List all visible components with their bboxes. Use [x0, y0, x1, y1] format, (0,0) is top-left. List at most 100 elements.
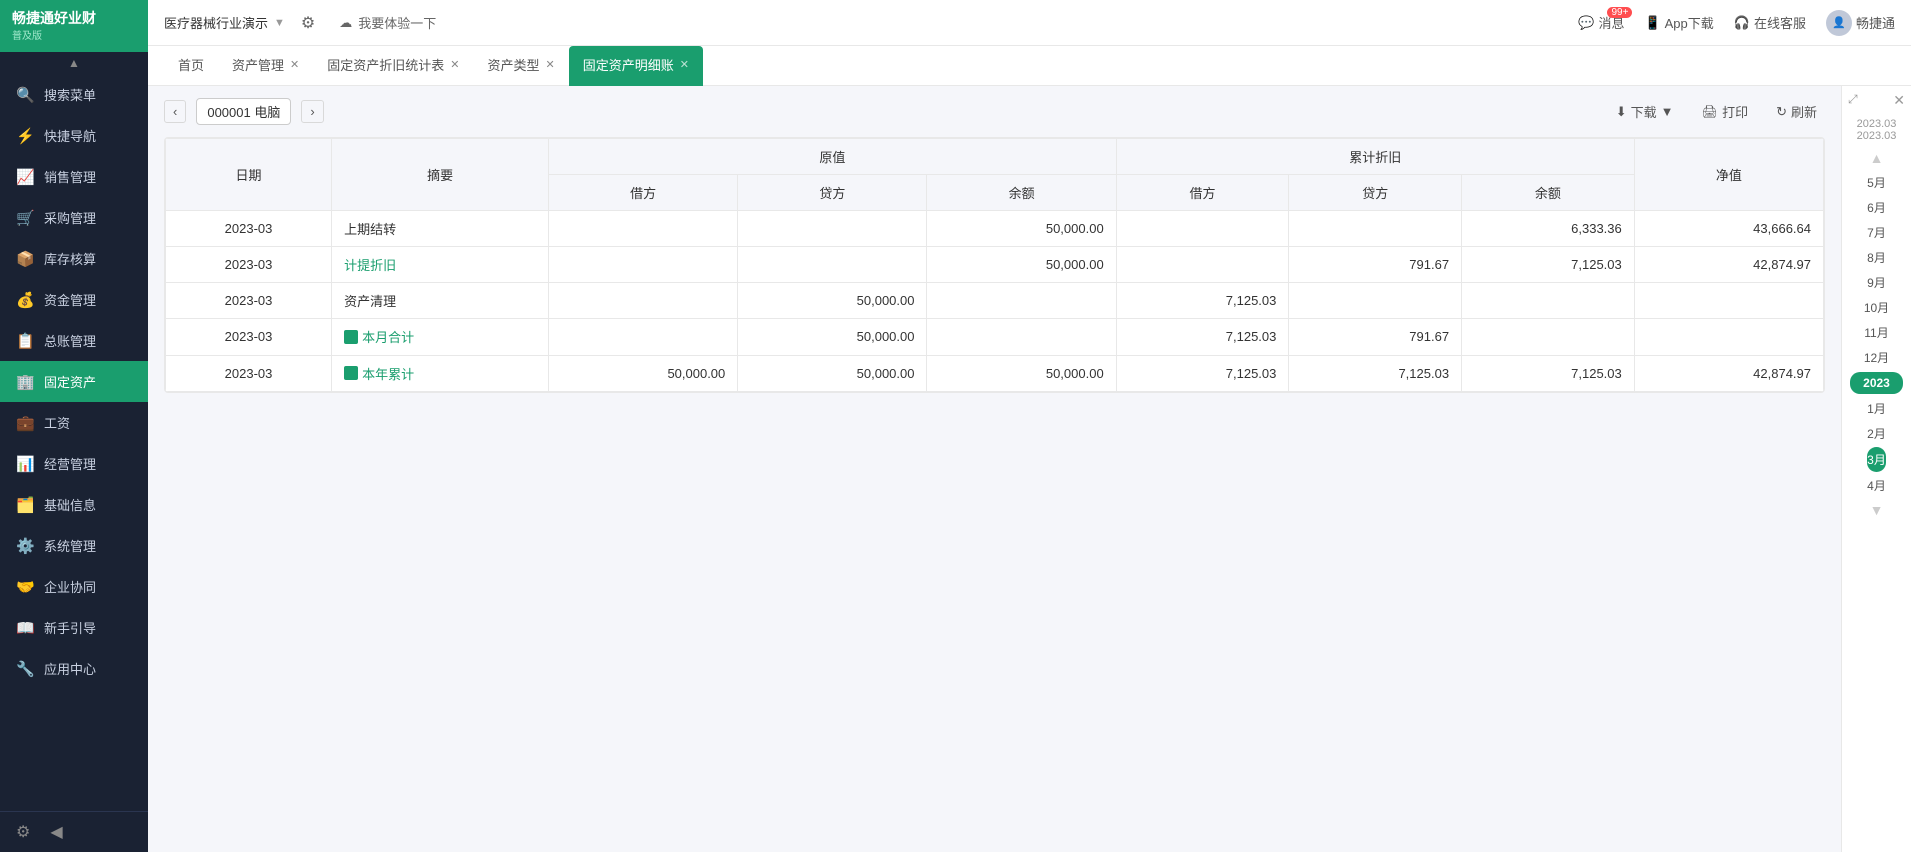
cell-dep-debit — [1116, 211, 1289, 247]
sidebar-item-payroll[interactable]: 💼 工资 — [0, 402, 148, 443]
timeline-month[interactable]: 5月 — [1864, 170, 1889, 195]
timeline-month[interactable]: 12月 — [1864, 345, 1889, 370]
prev-asset-btn[interactable]: ‹ — [164, 100, 186, 123]
timeline-up-arrow[interactable]: ▲ — [1870, 146, 1884, 170]
cell-dep-balance: 7,125.03 — [1462, 247, 1635, 283]
cell-orig-credit: 50,000.00 — [738, 319, 927, 356]
next-asset-btn[interactable]: › — [301, 100, 323, 123]
tab-depreciation-table[interactable]: 固定资产折旧统计表 ✕ — [313, 46, 473, 86]
timeline-close-btn[interactable]: ✕ — [1893, 92, 1905, 109]
download-btn[interactable]: ⬇ 下载 ▼ — [1608, 98, 1682, 125]
tab-asset-type[interactable]: 资产类型 ✕ — [473, 46, 568, 86]
download-btn[interactable]: 📱 App下载 — [1644, 13, 1713, 32]
cell-orig-debit — [549, 319, 738, 356]
timeline-month[interactable]: 7月 — [1864, 220, 1889, 245]
cell-date: 2023-03 — [166, 319, 332, 356]
refresh-icon: ↻ — [1776, 104, 1787, 120]
timeline-month[interactable]: 2月 — [1859, 421, 1894, 446]
cell-dep-balance: 6,333.36 — [1462, 211, 1635, 247]
experience-btn[interactable]: ☁ 我要体验一下 — [339, 13, 436, 32]
timeline-month[interactable]: 11月 — [1864, 320, 1889, 345]
refresh-btn[interactable]: ↻ 刷新 — [1768, 98, 1825, 125]
timeline-month[interactable]: 8月 — [1864, 245, 1889, 270]
cell-dep-credit: 791.67 — [1289, 319, 1462, 356]
cell-net-value: 42,874.97 — [1634, 247, 1823, 283]
sidebar-item-operation[interactable]: 📊经营管理 — [0, 443, 148, 484]
sidebar-item-sales[interactable]: 📈销售管理 — [0, 156, 148, 197]
sidebar-item-assets[interactable]: 🏢固定资产 — [0, 361, 148, 402]
summary-link[interactable]: 计提折旧 — [344, 258, 396, 273]
topbar-right: 💬 消息 99 📱 App下载 🎧 在线客服 👤 畅捷通 — [1578, 10, 1895, 36]
tab-home[interactable]: 首页 — [164, 46, 218, 86]
tab-close-asset-type[interactable]: ✕ — [546, 58, 555, 71]
th-dep-debit: 借方 — [1116, 175, 1289, 211]
sidebar-label-guide: 新手引导 — [44, 618, 96, 637]
service-btn[interactable]: 🎧 在线客服 — [1734, 13, 1806, 32]
sidebar-item-ledger[interactable]: 📋总账管理 — [0, 320, 148, 361]
tab-close-asset-mgmt[interactable]: ✕ — [290, 58, 299, 71]
sidebar-icon-payroll: 💼 — [16, 414, 34, 432]
collapse-icon[interactable]: ◀ — [50, 822, 62, 842]
sidebar-label-payroll: 工资 — [44, 413, 70, 432]
sidebar-item-inventory[interactable]: 📦库存核算 — [0, 238, 148, 279]
sidebar-footer: ⚙ ◀ — [0, 811, 148, 852]
cell-orig-credit: 50,000.00 — [738, 283, 927, 319]
cell-dep-debit — [1116, 247, 1289, 283]
timeline-month[interactable]: 6月 — [1864, 195, 1889, 220]
sidebar-item-base[interactable]: 🗂️基础信息 — [0, 484, 148, 525]
tab-label-asset-type: 资产类型 — [487, 55, 539, 74]
settings-gear-icon[interactable]: ⚙ — [301, 13, 315, 33]
sidebar-item-finance[interactable]: 💰资金管理 — [0, 279, 148, 320]
timeline-month[interactable]: 1月 — [1859, 396, 1894, 421]
tab-asset-mgmt[interactable]: 资产管理 ✕ — [218, 46, 313, 86]
sidebar-item-collab[interactable]: 🤝企业协同 — [0, 566, 148, 607]
cell-orig-debit: 50,000.00 — [549, 355, 738, 392]
timeline-month[interactable]: 10月 — [1864, 295, 1889, 320]
sidebar-icon-system: ⚙️ — [16, 537, 34, 555]
timeline-month[interactable]: 9月 — [1864, 270, 1889, 295]
download-label: App下载 — [1665, 13, 1714, 32]
company-selector[interactable]: 医疗器械行业演示 ▼ — [164, 13, 285, 32]
sidebar-icon-assets: 🏢 — [16, 373, 34, 391]
timeline-month[interactable]: 4月 — [1859, 473, 1894, 498]
sidebar-icon-ledger: 📋 — [16, 332, 34, 350]
toolbar-row: ‹ 000001 电脑 › ⬇ 下载 ▼ 🖨 打印 ↻ 刷新 — [164, 98, 1825, 125]
tab-asset-detail[interactable]: 固定资产明细账✕ — [569, 46, 703, 86]
tab-label-depreciation-table: 固定资产折旧统计表 — [327, 55, 444, 74]
cell-dep-credit — [1289, 211, 1462, 247]
download-icon: ⬇ — [1616, 104, 1627, 120]
cell-net-value: 43,666.64 — [1634, 211, 1823, 247]
cell-date: 2023-03 — [166, 247, 332, 283]
settings-icon[interactable]: ⚙ — [16, 822, 30, 842]
sidebar-item-apps[interactable]: 🔧应用中心 — [0, 648, 148, 689]
tab-close-asset-detail[interactable]: ✕ — [680, 58, 689, 71]
app-title: 畅捷通好业财 — [12, 10, 96, 27]
sidebar-icon-collab: 🤝 — [16, 578, 34, 596]
sidebar-item-nav[interactable]: ⚡快捷导航 — [0, 115, 148, 156]
timeline-down-arrow[interactable]: ▼ — [1870, 498, 1884, 522]
refresh-label: 刷新 — [1791, 102, 1817, 121]
user-btn[interactable]: 👤 畅捷通 — [1826, 10, 1895, 36]
sidebar-item-system[interactable]: ⚙️系统管理 — [0, 525, 148, 566]
notification-btn[interactable]: 💬 消息 99 — [1578, 13, 1624, 32]
sidebar-label-operation: 经营管理 — [44, 454, 96, 473]
sidebar-item-search[interactable]: 🔍搜索菜单 — [0, 74, 148, 115]
timeline-expand-btn[interactable]: ⤢ — [1848, 92, 1858, 107]
sidebar-label-nav: 快捷导航 — [44, 126, 96, 145]
cell-dep-debit: 7,125.03 — [1116, 283, 1289, 319]
sidebar-item-purchase[interactable]: 🛒采购管理 — [0, 197, 148, 238]
sidebar-nav: 🔍搜索菜单⚡快捷导航📈销售管理🛒采购管理📦库存核算💰资金管理📋总账管理🏢固定资产… — [0, 74, 148, 811]
month-tag: 本月合计 — [344, 327, 414, 346]
timeline-year-2023[interactable]: 2023 — [1850, 372, 1903, 394]
th-dep-balance: 余额 — [1462, 175, 1635, 211]
sidebar-item-guide[interactable]: 📖新手引导 — [0, 607, 148, 648]
tab-label-asset-mgmt: 资产管理 — [232, 55, 284, 74]
cell-orig-credit — [738, 247, 927, 283]
sidebar-scroll-up[interactable]: ▲ — [0, 52, 148, 74]
cell-orig-credit: 50,000.00 — [738, 355, 927, 392]
cell-net-value — [1634, 319, 1823, 356]
print-btn[interactable]: 🖨 打印 — [1694, 98, 1757, 125]
timeline-active-month[interactable]: 3月 — [1867, 447, 1886, 472]
print-icon: 🖨 — [1702, 104, 1719, 120]
tab-close-depreciation-table[interactable]: ✕ — [450, 58, 459, 71]
